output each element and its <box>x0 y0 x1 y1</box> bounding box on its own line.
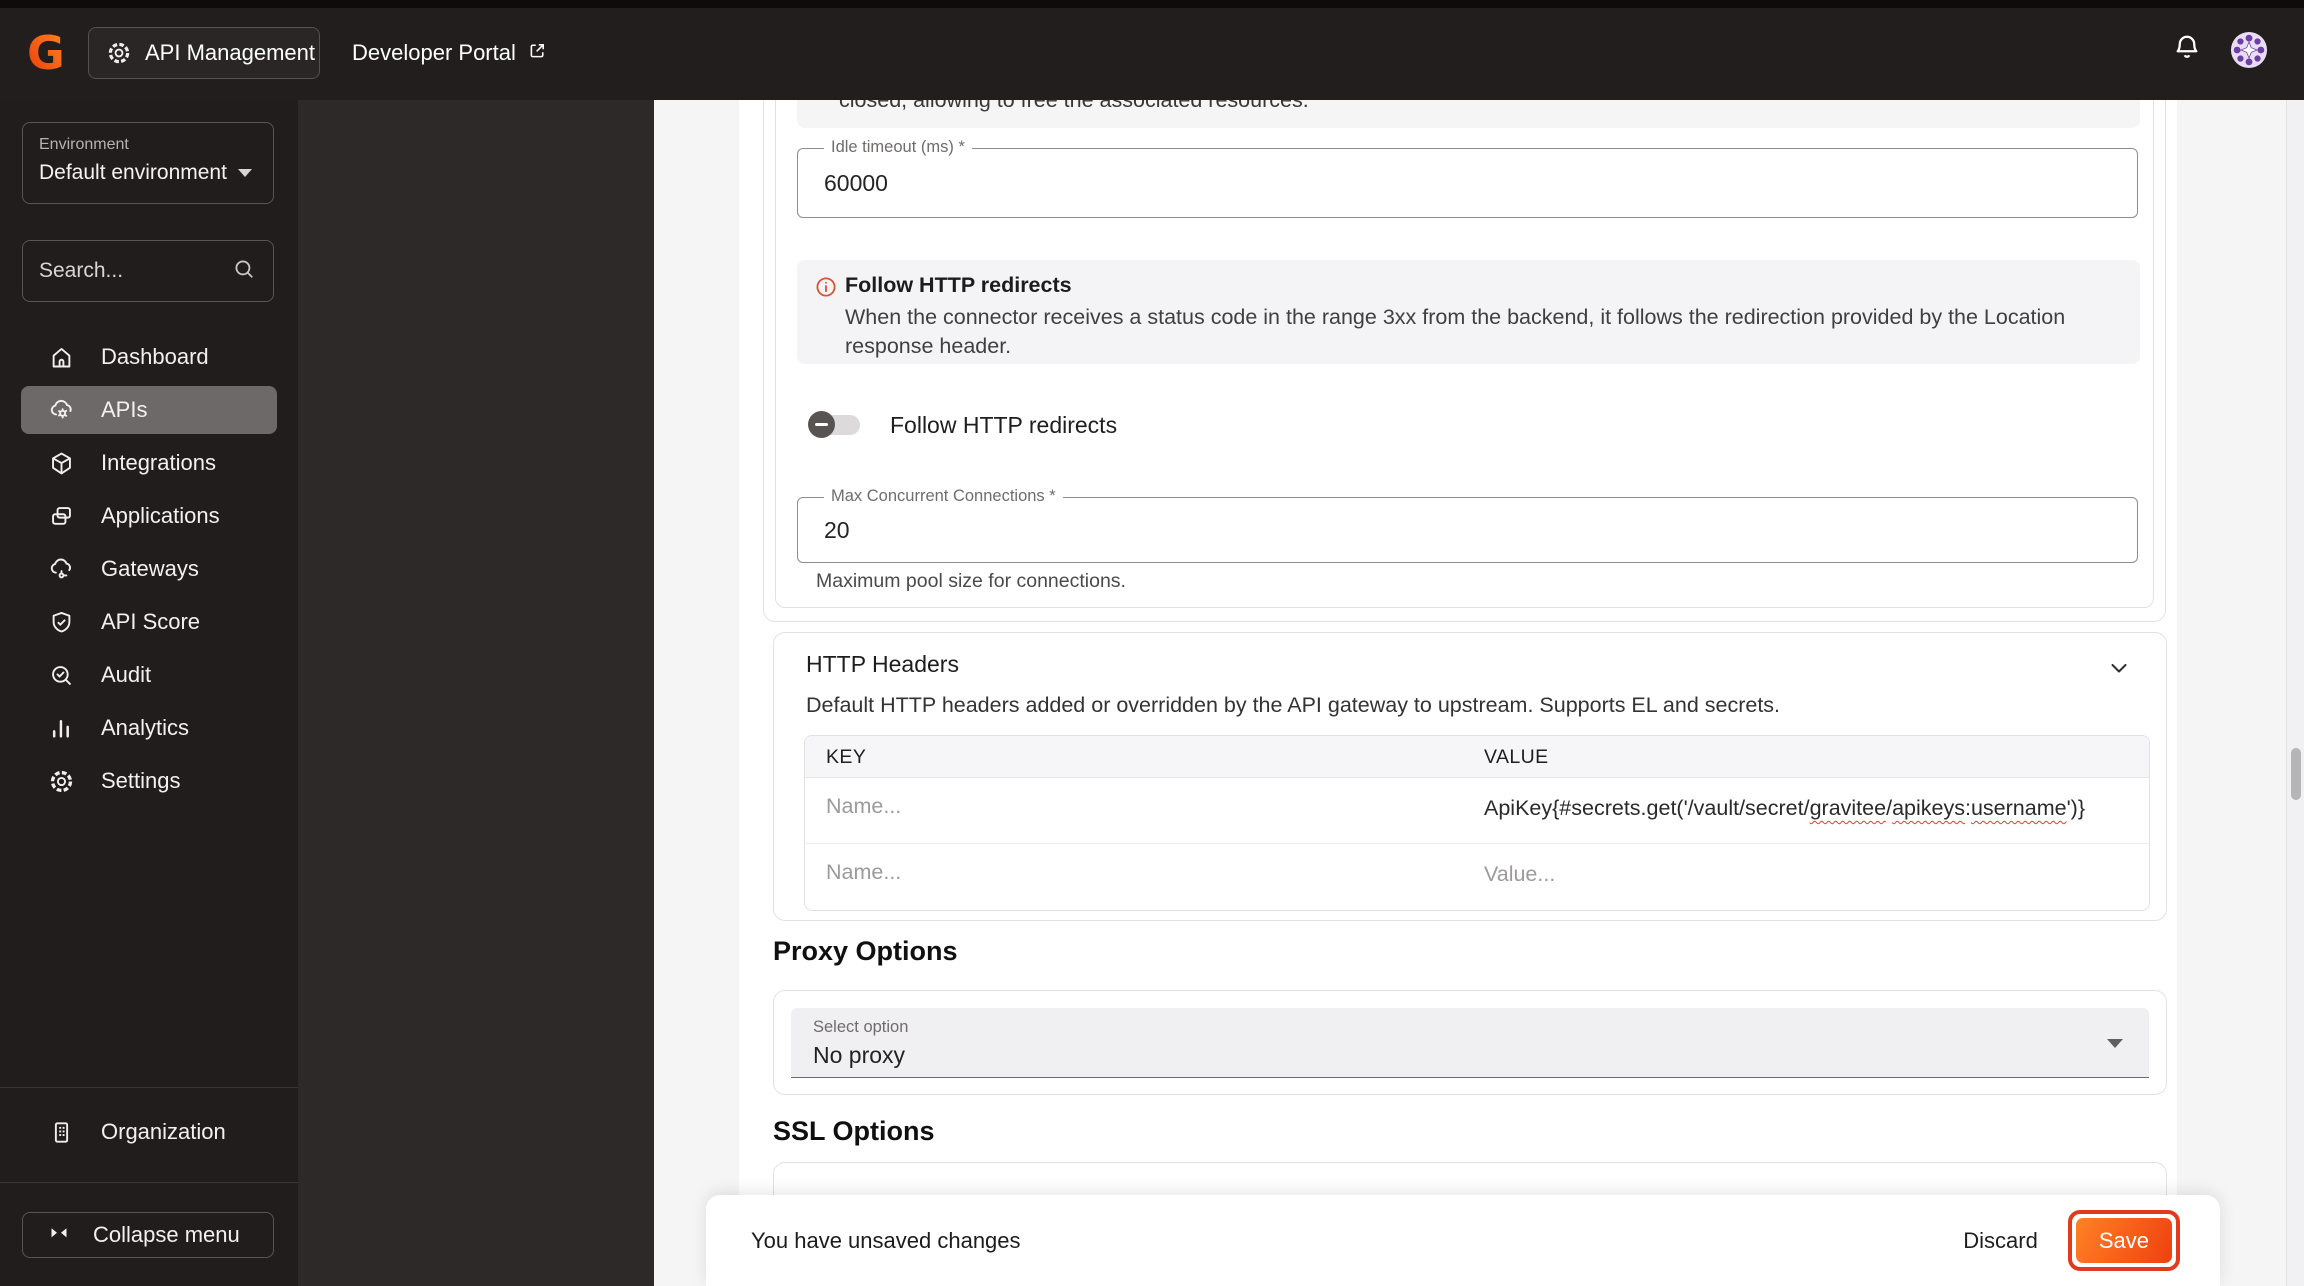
proxy-select-label: Select option <box>813 1018 909 1036</box>
proxy-options-card: Select option No proxy <box>773 990 2167 1095</box>
user-avatar[interactable] <box>2230 31 2268 69</box>
redirects-info-title: Follow HTTP redirects <box>845 273 1072 297</box>
sidebar-item-integrations[interactable]: Integrations <box>21 439 277 487</box>
windows-stack-icon <box>48 503 75 530</box>
unsaved-changes-bar: You have unsaved changes Discard Save <box>706 1195 2220 1286</box>
save-button[interactable]: Save <box>2075 1218 2172 1263</box>
magnifier-check-icon <box>48 662 75 689</box>
ssl-options-heading: SSL Options <box>773 1116 935 1146</box>
http-headers-description: Default HTTP headers added or overridden… <box>806 693 1781 717</box>
discard-button[interactable]: Discard <box>1963 1228 2038 1254</box>
key-column-header: KEY <box>826 746 867 768</box>
sidebar-item-audit[interactable]: Audit <box>21 651 277 699</box>
toggle-thumb-icon <box>808 411 835 438</box>
clipped-info-box: closed, allowing to free the associated … <box>797 100 2140 128</box>
redirects-info-box: Follow HTTP redirects When the connector… <box>797 260 2140 364</box>
table-row: ApiKey{#secrets.get('/vault/secret/gravi… <box>805 778 2149 844</box>
header-value-input[interactable]: Value... <box>1484 862 1555 887</box>
follow-redirects-toggle[interactable] <box>808 411 860 438</box>
svg-text:G: G <box>27 26 65 78</box>
max-connections-label: Max Concurrent Connections * <box>824 487 1063 506</box>
http-headers-card: HTTP Headers Default HTTP headers added … <box>773 632 2167 921</box>
redirects-info-body: When the connector receives a status cod… <box>845 305 2066 358</box>
gear-icon <box>105 40 132 67</box>
external-link-icon <box>527 40 548 66</box>
caret-down-icon <box>237 169 252 177</box>
gravitee-logo-icon[interactable]: G <box>26 26 76 80</box>
gear-icon <box>48 768 75 795</box>
max-connections-hint: Maximum pool size for connections. <box>816 570 1126 592</box>
proxy-options-heading: Proxy Options <box>773 936 958 966</box>
environment-label: Environment <box>39 136 129 153</box>
topbar: G API Management Developer Portal <box>0 0 2304 100</box>
header-key-input[interactable] <box>826 794 1426 819</box>
info-circle-icon <box>814 275 838 304</box>
main-content: closed, allowing to free the associated … <box>654 100 2304 1286</box>
sidebar-item-organization[interactable]: Organization <box>21 1108 277 1161</box>
sidebar-item-apis[interactable]: APIs <box>21 386 277 434</box>
bell-icon <box>2171 31 2203 70</box>
topbar-actions <box>2168 0 2268 100</box>
http-headers-title: HTTP Headers <box>806 651 959 677</box>
sidebar-item-gateways[interactable]: Gateways <box>21 545 277 593</box>
redirects-toggle-label: Follow HTTP redirects <box>890 411 1118 438</box>
sidebar-divider <box>0 1182 298 1183</box>
redirects-toggle-row: Follow HTTP redirects <box>808 405 1118 445</box>
sidebar-divider <box>0 1087 298 1088</box>
http-headers-table: KEY VALUE ApiKey{#secrets.get('/vault/se… <box>804 735 2150 911</box>
sidebar-search[interactable] <box>22 240 274 302</box>
max-connections-input[interactable] <box>798 498 2137 562</box>
header-key-input[interactable] <box>826 860 1426 885</box>
home-icon <box>48 344 75 371</box>
vertical-scrollbar[interactable] <box>2286 100 2304 1286</box>
sidebar-item-api-score[interactable]: API Score <box>21 598 277 646</box>
sidebar-item-analytics[interactable]: Analytics <box>21 704 277 752</box>
environment-value: Default environment <box>39 161 227 184</box>
search-icon <box>231 256 257 287</box>
secondary-menu-panel <box>298 100 654 1286</box>
notifications-button[interactable] <box>2168 31 2206 69</box>
max-connections-field[interactable]: Max Concurrent Connections * <box>797 487 2138 563</box>
header-value-input[interactable]: ApiKey{#secrets.get('/vault/secret/gravi… <box>1484 796 2085 821</box>
idle-timeout-field[interactable]: Idle timeout (ms) * <box>797 138 2138 218</box>
search-input[interactable] <box>39 259 231 283</box>
proxy-select-value: No proxy <box>813 1042 906 1068</box>
unsaved-changes-message: You have unsaved changes <box>751 1227 1021 1253</box>
table-row: Value... <box>805 844 2149 910</box>
save-button-highlight-ring: Save <box>2067 1210 2180 1271</box>
cube-icon <box>48 450 75 477</box>
cloud-node-icon <box>48 556 75 583</box>
chevron-down-icon[interactable] <box>2106 655 2132 686</box>
sidebar-item-settings[interactable]: Settings <box>21 757 277 805</box>
value-column-header: VALUE <box>1484 746 1549 768</box>
topbar-strip <box>0 0 2304 8</box>
developer-portal-label: Developer Portal <box>352 40 516 65</box>
cloud-gear-icon <box>48 397 75 424</box>
avatar-image <box>2230 31 2268 69</box>
bar-chart-icon <box>48 715 75 742</box>
scrollbar-thumb[interactable] <box>2291 748 2301 800</box>
sidebar-nav: Dashboard APIs Integrations Applications… <box>21 333 277 810</box>
idle-timeout-label: Idle timeout (ms) * <box>824 138 972 157</box>
collapse-icon <box>47 1221 71 1250</box>
developer-portal-link[interactable]: Developer Portal <box>352 27 548 79</box>
table-header-row: KEY VALUE <box>805 736 2149 778</box>
clipped-info-text: closed, allowing to free the associated … <box>839 100 1309 112</box>
api-management-label: API Management <box>145 40 315 65</box>
caret-down-icon <box>2107 1039 2123 1048</box>
environment-selector[interactable]: Environment Default environment <box>22 122 274 204</box>
sidebar-item-dashboard[interactable]: Dashboard <box>21 333 277 381</box>
sidebar-item-applications[interactable]: Applications <box>21 492 277 540</box>
app-window: G API Management Developer Portal Enviro… <box>0 0 2304 1286</box>
collapse-menu-button[interactable]: Collapse menu <box>22 1212 274 1258</box>
proxy-select[interactable]: Select option No proxy <box>791 1008 2149 1078</box>
sidebar: Environment Default environment Search..… <box>0 100 298 1286</box>
api-management-button[interactable]: API Management <box>88 27 320 79</box>
shield-check-icon <box>48 609 75 636</box>
building-icon <box>48 1119 75 1146</box>
idle-timeout-input[interactable] <box>798 149 2137 217</box>
